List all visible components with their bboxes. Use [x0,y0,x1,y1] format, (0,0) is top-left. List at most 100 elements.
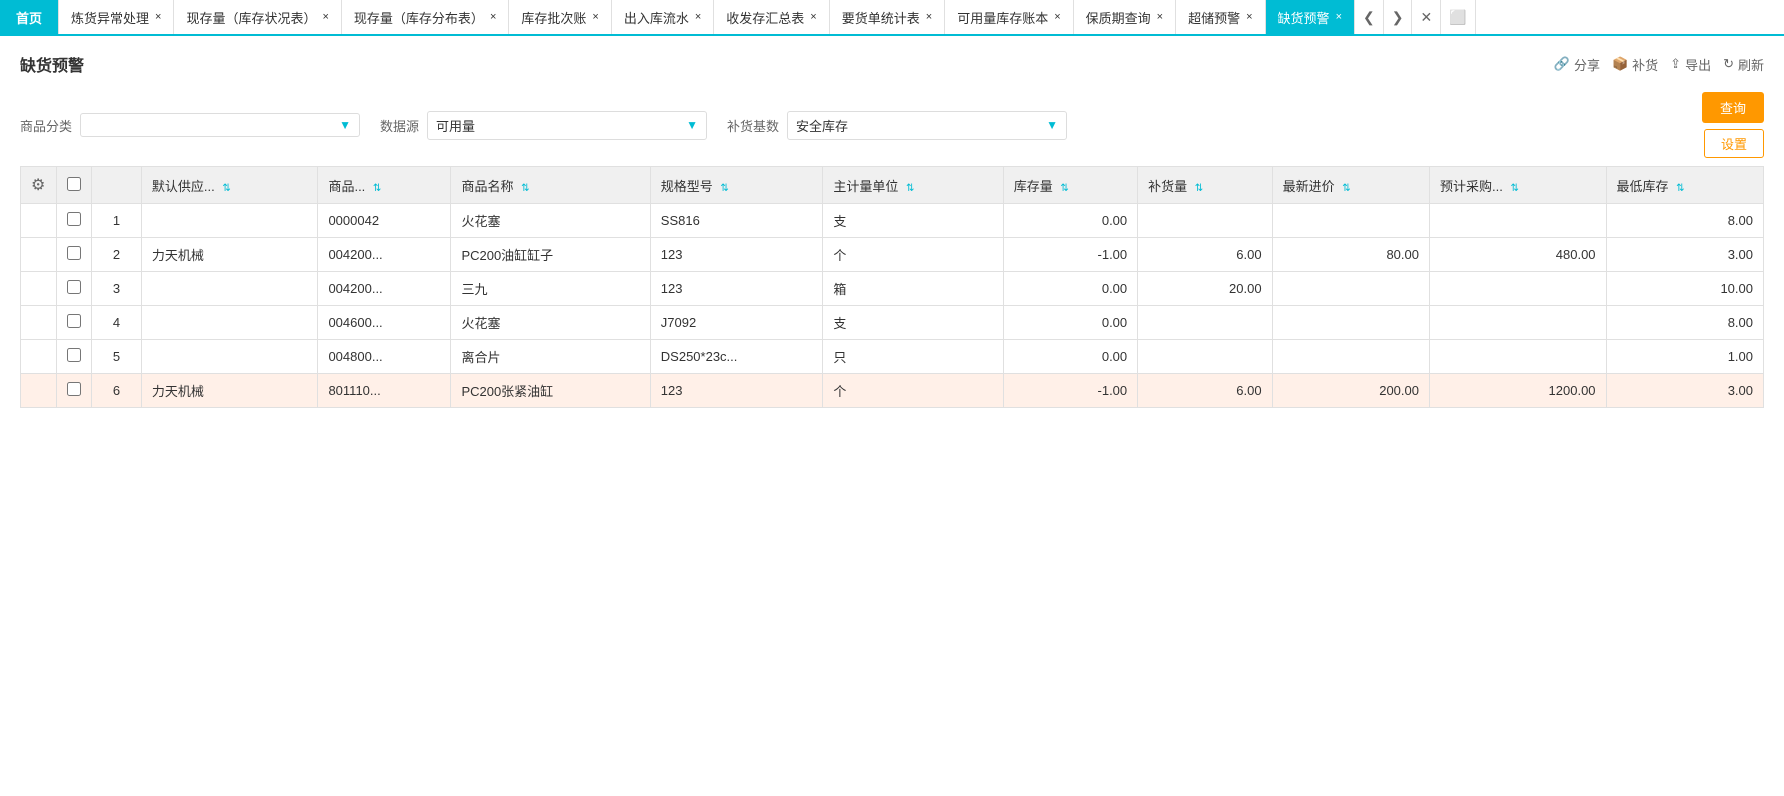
row-spec: J7092 [650,306,823,340]
tab-inventory-status[interactable]: 现存量（库存状况表） × [174,0,341,34]
table-header-stock: 库存量 ⇅ [1003,167,1137,204]
tab-overstock[interactable]: 超储预警 × [1176,0,1265,34]
tab-close-abnormal[interactable]: × [155,11,161,23]
sort-icon-code[interactable]: ⇅ [373,183,381,194]
tab-close-inventory-status[interactable]: × [322,11,328,23]
sort-icon-supplier[interactable]: ⇅ [222,183,230,194]
query-button[interactable]: 查询 [1702,92,1764,123]
row-latest-price [1272,340,1429,374]
settings-button[interactable]: 设置 [1704,129,1764,158]
tab-close-expiry[interactable]: × [1157,11,1163,23]
datasource-value: 可用量 [436,116,475,135]
sort-icon-spec[interactable]: ⇅ [720,183,728,194]
tab-close-inout-flow[interactable]: × [695,11,701,23]
tab-batch[interactable]: 库存批次账 × [509,0,611,34]
tab-expiry[interactable]: 保质期查询 × [1074,0,1176,34]
row-spec: 123 [650,374,823,408]
row-checkbox-4[interactable] [67,348,81,362]
export-icon: ⇪ [1670,56,1681,72]
table-header-latest-price: 最新进价 ⇅ [1272,167,1429,204]
tab-close-inventory-dist[interactable]: × [490,11,496,23]
sort-icon-min-stock[interactable]: ⇅ [1676,183,1684,194]
row-stock: 0.00 [1003,272,1137,306]
row-spec: DS250*23c... [650,340,823,374]
tab-maximize[interactable]: ⬜ [1441,0,1475,34]
row-supplier: 力天机械 [141,238,318,272]
replenish-base-label: 补货基数 [727,116,779,135]
row-stock: 0.00 [1003,204,1137,238]
row-seq: 6 [92,374,142,408]
share-action[interactable]: 🔗 分享 [1554,55,1600,74]
tab-close-current[interactable]: ✕ [1412,0,1441,34]
tab-close-overstock[interactable]: × [1246,11,1252,23]
tab-close-order-stats[interactable]: × [926,11,932,23]
sort-icon-name[interactable]: ⇅ [521,183,529,194]
table-header-replenish-qty: 补货量 ⇅ [1138,167,1272,204]
row-min-stock: 3.00 [1606,238,1763,272]
row-est-purchase [1429,272,1606,306]
table-header-product-name: 商品名称 ⇅ [451,167,650,204]
sort-icon-est-purchase[interactable]: ⇅ [1510,183,1518,194]
category-filter-group: 商品分类 ▼ [20,113,360,137]
row-checkbox-cell [57,340,92,374]
row-supplier [141,272,318,306]
tab-shortage[interactable]: 缺货预警 × [1266,0,1355,34]
category-select[interactable]: ▼ [80,113,360,137]
row-replenish-qty: 6.00 [1138,238,1272,272]
share-icon: 🔗 [1554,56,1570,72]
tab-home[interactable]: 首页 [0,0,59,34]
tab-inventory-dist[interactable]: 现存量（库存分布表） × [342,0,509,34]
filter-row: 商品分类 ▼ 数据源 可用量 ▼ 补货基数 安全库存 ▼ 查询 设置 [20,92,1764,158]
table-header-row: ⚙ 默认供应... ⇅ 商品... ⇅ 商品名称 ⇅ [21,167,1764,204]
row-latest-price [1272,306,1429,340]
export-action[interactable]: ⇪ 导出 [1670,55,1711,74]
row-code: 004800... [318,340,451,374]
datasource-filter-group: 数据源 可用量 ▼ [380,111,707,140]
sort-icon-price[interactable]: ⇅ [1342,183,1350,194]
tab-available-ledger[interactable]: 可用量库存账本 × [945,0,1073,34]
row-checkbox-1[interactable] [67,246,81,260]
row-checkbox-2[interactable] [67,280,81,294]
row-checkbox-5[interactable] [67,382,81,396]
tab-abnormal[interactable]: 炼货异常处理 × [59,0,174,34]
tab-close-shortage[interactable]: × [1336,11,1342,23]
row-est-purchase [1429,340,1606,374]
row-checkbox-cell [57,374,92,408]
row-replenish-qty [1138,204,1272,238]
page-title: 缺货预警 [20,52,84,76]
row-settings-cell [21,306,57,340]
row-min-stock: 8.00 [1606,204,1763,238]
category-dropdown-arrow: ▼ [339,118,351,132]
tab-close-batch[interactable]: × [592,11,598,23]
tab-receive-summary[interactable]: 收发存汇总表 × [714,0,829,34]
row-checkbox-cell [57,272,92,306]
row-est-purchase [1429,306,1606,340]
table-header-seq [92,167,142,204]
select-all-checkbox[interactable] [67,177,81,191]
row-min-stock: 3.00 [1606,374,1763,408]
page-header: 缺货预警 🔗 分享 📦 补货 ⇪ 导出 ↻ 刷新 [20,52,1764,76]
tab-scroll-right[interactable]: ❯ [1384,0,1413,34]
row-replenish-qty [1138,306,1272,340]
tab-scroll-left[interactable]: ❮ [1355,0,1384,34]
table-settings-icon[interactable]: ⚙ [31,177,45,194]
table-header-unit: 主计量单位 ⇅ [823,167,1003,204]
sort-icon-stock[interactable]: ⇅ [1060,183,1068,194]
replenish-icon: 📦 [1612,56,1628,72]
row-stock: -1.00 [1003,238,1137,272]
row-checkbox-3[interactable] [67,314,81,328]
table-header-checkbox [57,167,92,204]
sort-icon-replenish[interactable]: ⇅ [1195,183,1203,194]
tab-inout-flow[interactable]: 出入库流水 × [612,0,714,34]
row-supplier [141,340,318,374]
row-checkbox-0[interactable] [67,212,81,226]
refresh-action[interactable]: ↻ 刷新 [1723,55,1764,74]
sort-icon-unit[interactable]: ⇅ [906,183,914,194]
tab-order-stats[interactable]: 要货单统计表 × [830,0,945,34]
tab-close-available-ledger[interactable]: × [1054,11,1060,23]
row-code: 0000042 [318,204,451,238]
datasource-select[interactable]: 可用量 ▼ [427,111,707,140]
replenish-action[interactable]: 📦 补货 [1612,55,1658,74]
replenish-base-select[interactable]: 安全库存 ▼ [787,111,1067,140]
tab-close-receive-summary[interactable]: × [810,11,816,23]
